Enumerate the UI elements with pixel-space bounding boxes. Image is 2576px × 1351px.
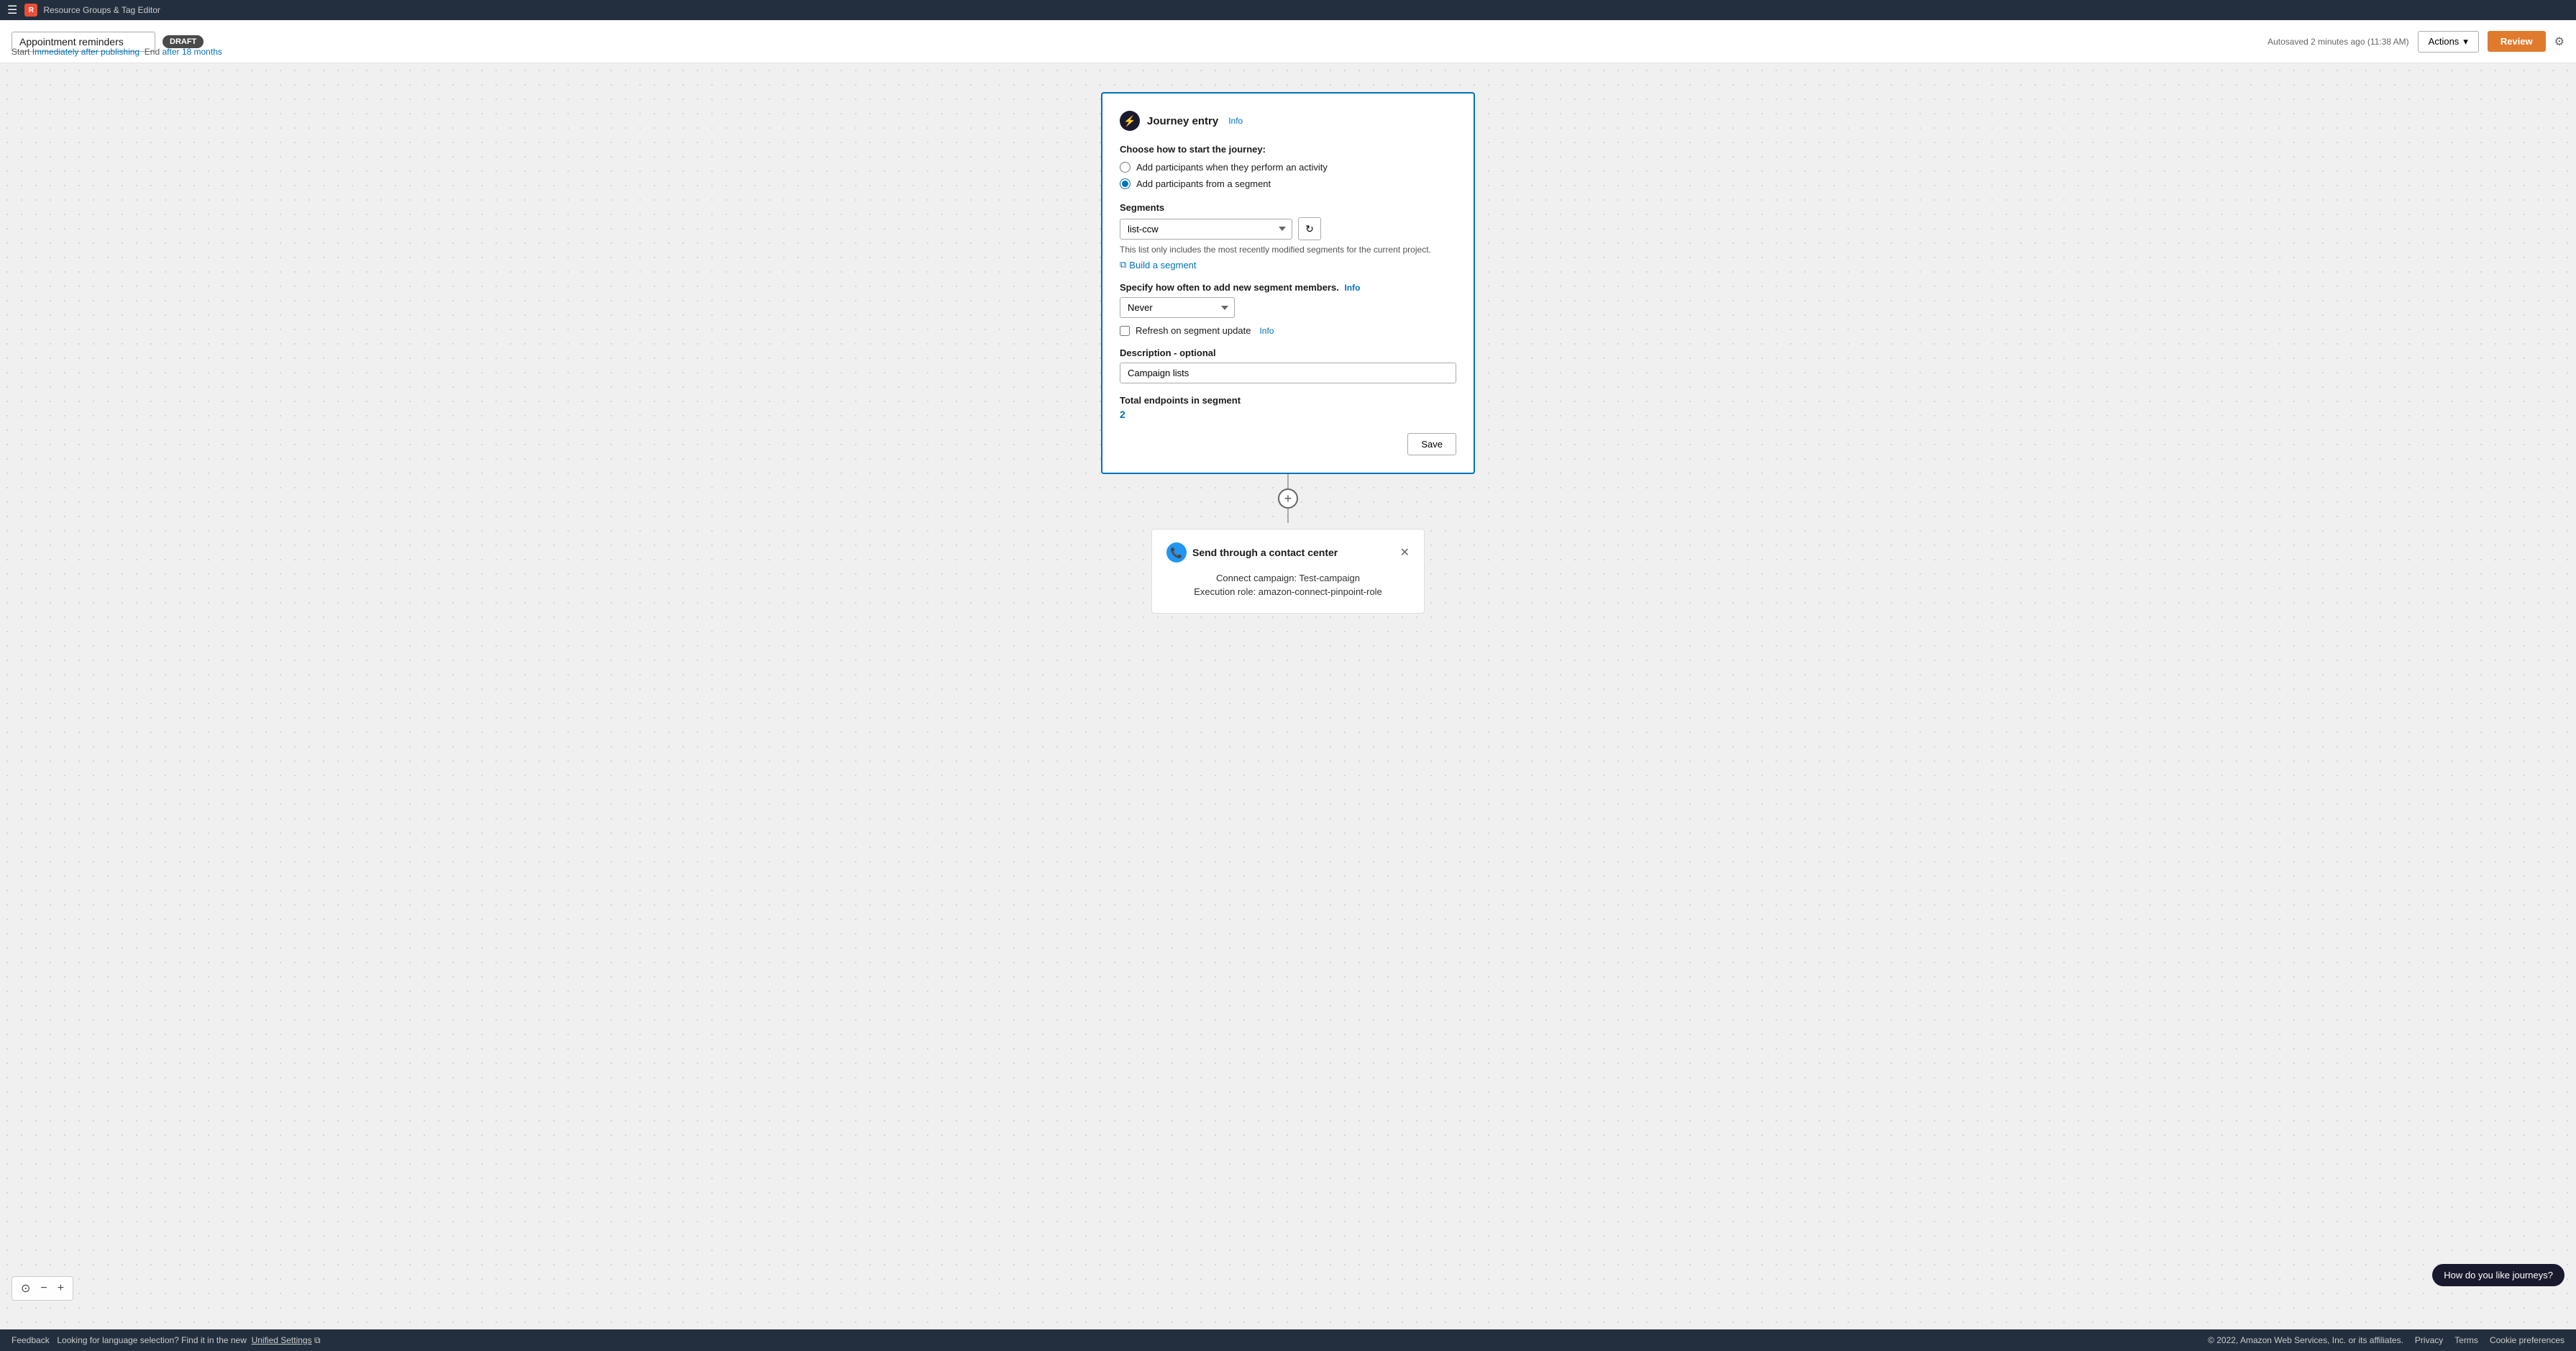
unified-settings-link[interactable]: Unified Settings (252, 1335, 312, 1345)
specify-section: Specify how often to add new segment mem… (1120, 282, 1456, 336)
build-segment-label: Build a segment (1129, 260, 1196, 270)
journey-entry-card: ⚡ Journey entry Info Choose how to start… (1101, 92, 1475, 474)
description-input[interactable] (1120, 363, 1456, 383)
refresh-checkbox-row: Refresh on segment update Info (1120, 325, 1456, 336)
zoom-controls: ⊙ − + (12, 1276, 73, 1301)
start-options: Add participants when they perform an ac… (1120, 162, 1456, 189)
option2-label[interactable]: Add participants from a segment (1120, 178, 1456, 189)
specify-info-link[interactable]: Info (1344, 283, 1360, 293)
journey-entry-icon: ⚡ (1120, 111, 1140, 131)
segment-hint-text: This list only includes the most recentl… (1120, 245, 1456, 255)
hamburger-menu-icon[interactable]: ☰ (7, 3, 17, 17)
contact-center-card: 📞 Send through a contact center ✕ Connec… (1151, 529, 1425, 614)
feedback-hint: Looking for language selection? Find it … (52, 1335, 321, 1346)
refresh-icon: ↻ (1305, 223, 1314, 235)
segments-section: Segments list-ccw ↻ This list only inclu… (1120, 202, 1456, 270)
refresh-checkbox[interactable] (1120, 326, 1130, 336)
option1-label[interactable]: Add participants when they perform an ac… (1120, 162, 1456, 173)
description-section: Description - optional (1120, 347, 1456, 383)
specify-label: Specify how often to add new segment mem… (1120, 282, 1456, 293)
connector-line-top (1287, 474, 1289, 488)
cc-header-left: 📞 Send through a contact center (1166, 542, 1338, 563)
copyright-text: © 2022, Amazon Web Services, Inc. or its… (2208, 1335, 2403, 1345)
cc-execution-role: Execution role: amazon-connect-pinpoint-… (1166, 586, 1410, 597)
terms-link[interactable]: Terms (2454, 1335, 2478, 1345)
journey-entry-info-link[interactable]: Info (1228, 116, 1243, 126)
start-link[interactable]: Immediately after publishing (32, 47, 140, 57)
draft-badge: DRAFT (163, 35, 204, 48)
segments-label: Segments (1120, 202, 1456, 213)
external-link-icon: ⧉ (1120, 259, 1126, 270)
start-label: Start (12, 47, 29, 57)
segments-select[interactable]: list-ccw (1120, 219, 1292, 240)
end-label: End (145, 47, 160, 57)
plus-icon: + (1284, 491, 1292, 506)
save-row: Save (1120, 433, 1456, 455)
refresh-info-link[interactable]: Info (1259, 326, 1274, 336)
option1-radio[interactable] (1120, 162, 1131, 173)
total-label: Total endpoints in segment (1120, 395, 1456, 406)
page-header: DRAFT Start Immediately after publishing… (0, 20, 2576, 63)
journey-canvas: ⚡ Journey entry Info Choose how to start… (0, 63, 2576, 1329)
end-link[interactable]: after 18 months (162, 47, 221, 57)
choose-label: Choose how to start the journey: (1120, 144, 1456, 155)
privacy-link[interactable]: Privacy (2415, 1335, 2443, 1345)
feedback-bar: Feedback Looking for language selection?… (0, 1329, 2576, 1351)
app-icon: R (24, 4, 37, 17)
actions-chevron-icon: ▾ (2463, 36, 2468, 47)
option2-text: Add participants from a segment (1136, 178, 1271, 189)
contact-center-icon: 📞 (1166, 542, 1187, 563)
feedback-link[interactable]: Feedback (12, 1335, 50, 1345)
specify-row: Never (1120, 297, 1456, 318)
settings-icon[interactable]: ⚙ (2554, 35, 2564, 49)
feedback-bar-right: © 2022, Amazon Web Services, Inc. or its… (2208, 1335, 2564, 1345)
segments-dropdown-row: list-ccw ↻ (1120, 217, 1456, 240)
add-step-button[interactable]: + (1278, 488, 1298, 509)
choose-start-section: Choose how to start the journey: Add par… (1120, 144, 1456, 189)
build-segment-link[interactable]: ⧉ Build a segment (1120, 259, 1456, 270)
cc-title: Send through a contact center (1192, 547, 1338, 558)
total-value: 2 (1120, 409, 1456, 420)
cc-connect-campaign: Connect campaign: Test-campaign (1166, 573, 1410, 583)
zoom-minus-icon: − (40, 1282, 47, 1294)
zoom-target-icon: ⊙ (21, 1283, 30, 1295)
option2-radio[interactable] (1120, 178, 1131, 189)
refresh-segments-button[interactable]: ↻ (1298, 217, 1321, 240)
refresh-checkbox-label: Refresh on segment update (1136, 325, 1251, 336)
autosaved-text: Autosaved 2 minutes ago (11:38 AM) (2267, 37, 2409, 47)
total-endpoints-section: Total endpoints in segment 2 (1120, 395, 1456, 420)
start-end-info: Start Immediately after publishing End a… (12, 47, 222, 57)
actions-button[interactable]: Actions ▾ (2418, 31, 2479, 53)
specify-select[interactable]: Never (1120, 297, 1235, 318)
save-button[interactable]: Save (1407, 433, 1456, 455)
header-right: Autosaved 2 minutes ago (11:38 AM) Actio… (2267, 31, 2564, 53)
feedback-hint-text: Looking for language selection? Find it … (57, 1335, 247, 1345)
cc-close-button[interactable]: ✕ (1400, 545, 1410, 560)
desc-label: Description - optional (1120, 347, 1456, 358)
cc-header: 📞 Send through a contact center ✕ (1166, 542, 1410, 563)
actions-label: Actions (2429, 36, 2459, 47)
top-bar: ☰ R Resource Groups & Tag Editor (0, 0, 2576, 20)
card-title: Journey entry (1147, 115, 1218, 127)
zoom-out-button[interactable]: − (37, 1281, 50, 1296)
feedback-pill[interactable]: How do you like journeys? (2432, 1264, 2564, 1286)
specify-label-text: Specify how often to add new segment mem… (1120, 282, 1339, 293)
zoom-in-button[interactable]: + (55, 1281, 67, 1296)
review-button[interactable]: Review (2488, 31, 2546, 52)
card-header: ⚡ Journey entry Info (1120, 111, 1456, 131)
feedback-pill-text: How do you like journeys? (2444, 1270, 2553, 1281)
cookie-link[interactable]: Cookie preferences (2490, 1335, 2564, 1345)
connector-line-bottom (1287, 509, 1289, 523)
option1-text: Add participants when they perform an ac… (1136, 162, 1328, 173)
zoom-target-button[interactable]: ⊙ (18, 1280, 33, 1297)
app-title: Resource Groups & Tag Editor (43, 5, 160, 15)
zoom-plus-icon: + (58, 1282, 64, 1294)
